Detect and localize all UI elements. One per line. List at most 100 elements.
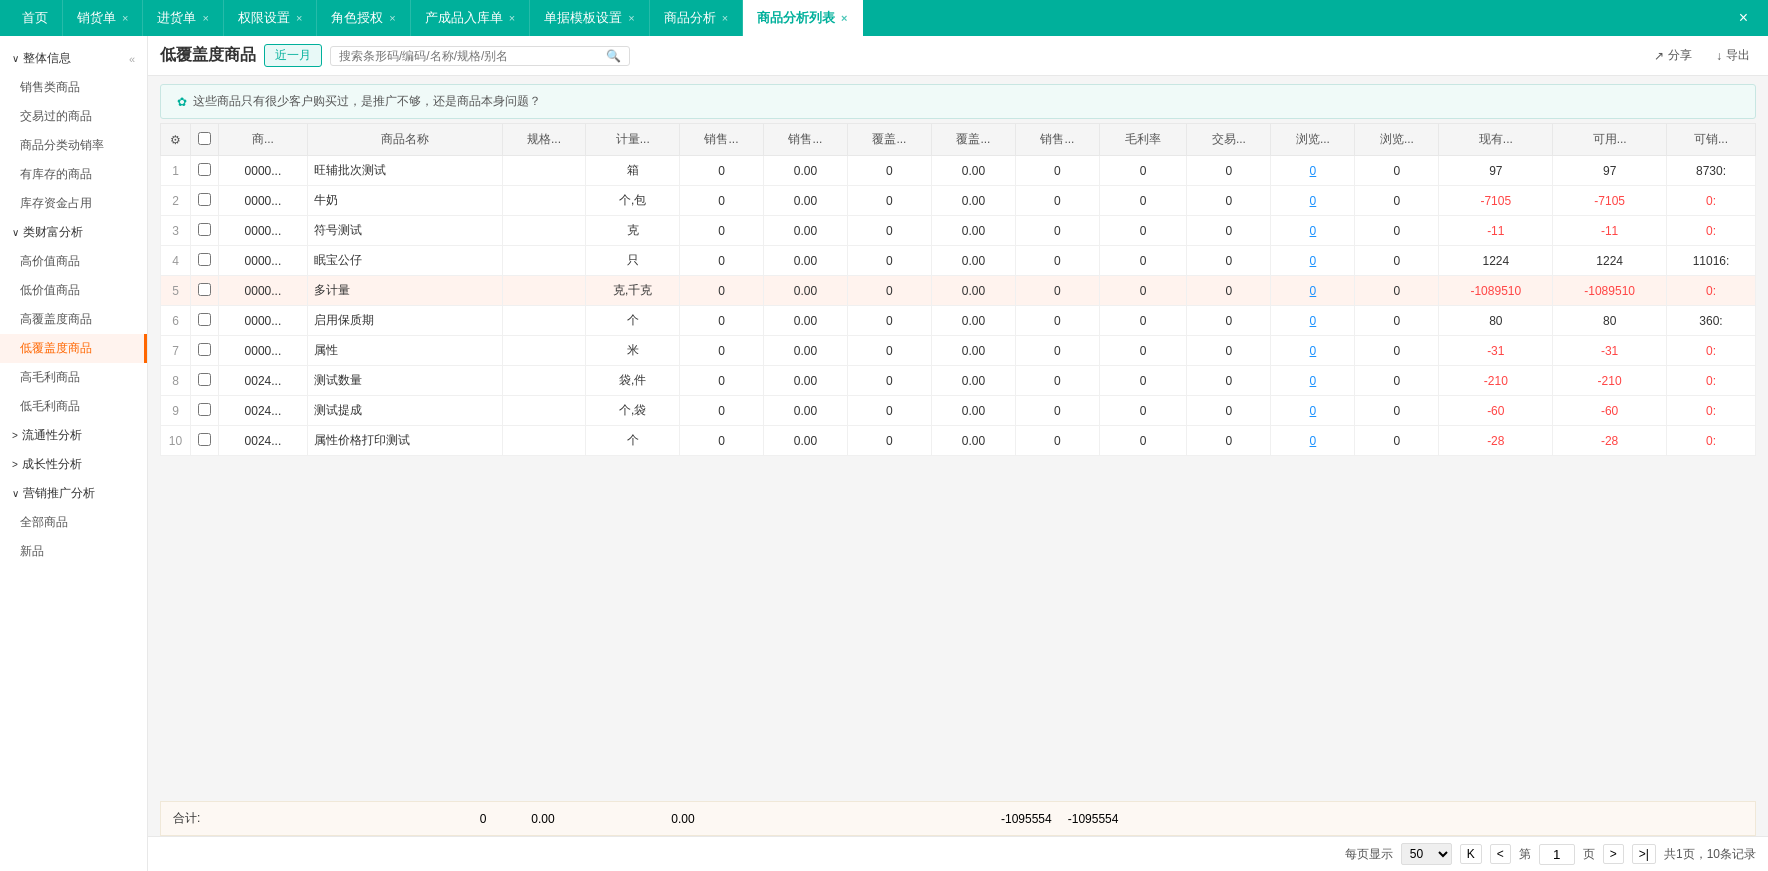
sidebar-item-capital-usage[interactable]: 库存资金占用 (0, 189, 147, 218)
close-icon[interactable]: × (296, 12, 302, 24)
row-checkbox[interactable] (191, 156, 219, 186)
row-checkbox[interactable] (191, 336, 219, 366)
first-page-button[interactable]: K (1460, 844, 1482, 864)
sidebar-item-high-gross[interactable]: 高毛利商品 (0, 363, 147, 392)
sidebar-item-category-turnover[interactable]: 商品分类动销率 (0, 131, 147, 160)
row-sales-other: 0 (1015, 396, 1099, 426)
last-page-button[interactable]: >| (1632, 844, 1656, 864)
next-page-button[interactable]: > (1603, 844, 1624, 864)
sidebar-section-flow[interactable]: > 流通性分析 (0, 421, 147, 450)
row-coverage1: 0 (847, 396, 931, 426)
col-browse2: 浏览... (1355, 124, 1439, 156)
row-browse2: 0 (1355, 216, 1439, 246)
nav-purchase-order[interactable]: 进货单 × (143, 0, 223, 36)
row-checkbox[interactable] (191, 306, 219, 336)
row-gross-margin: 0 (1099, 276, 1187, 306)
row-sales-other: 0 (1015, 366, 1099, 396)
row-gross-margin: 0 (1099, 246, 1187, 276)
sidebar-section-growth[interactable]: > 成长性分析 (0, 450, 147, 479)
close-icon[interactable]: × (389, 12, 395, 24)
row-code: 0024... (219, 396, 308, 426)
sidebar-item-traded-goods[interactable]: 交易过的商品 (0, 102, 147, 131)
nav-permission-settings[interactable]: 权限设置 × (224, 0, 317, 36)
row-name: 测试提成 (307, 396, 502, 426)
sidebar-item-sales-goods[interactable]: 销售类商品 (0, 73, 147, 102)
row-browse1[interactable]: 0 (1271, 426, 1355, 456)
row-spec (502, 366, 586, 396)
close-icon[interactable]: × (202, 12, 208, 24)
col-checkbox[interactable] (191, 124, 219, 156)
sidebar-section-overall[interactable]: ∨ 整体信息 « (0, 44, 147, 73)
row-checkbox[interactable] (191, 366, 219, 396)
col-settings[interactable]: ⚙ (161, 124, 191, 156)
close-icon[interactable]: × (841, 12, 847, 24)
close-icon[interactable]: × (628, 12, 634, 24)
search-input[interactable] (339, 49, 602, 63)
row-available: -7105 (1553, 186, 1667, 216)
col-current-stock: 现有... (1439, 124, 1553, 156)
row-checkbox[interactable] (191, 276, 219, 306)
period-button[interactable]: 近一月 (264, 44, 322, 67)
close-icon[interactable]: × (722, 12, 728, 24)
row-transaction: 0 (1187, 336, 1271, 366)
row-code: 0024... (219, 426, 308, 456)
select-all-checkbox[interactable] (198, 132, 211, 145)
close-all-button[interactable]: × (1727, 9, 1760, 27)
nav-template-settings[interactable]: 单据模板设置 × (530, 0, 649, 36)
row-checkbox[interactable] (191, 396, 219, 426)
row-sales-other: 0 (1015, 246, 1099, 276)
close-icon[interactable]: × (509, 12, 515, 24)
sidebar-item-high-coverage[interactable]: 高覆盖度商品 (0, 305, 147, 334)
sidebar-item-new-goods[interactable]: 新品 (0, 537, 147, 566)
row-browse1[interactable]: 0 (1271, 276, 1355, 306)
row-browse1[interactable]: 0 (1271, 186, 1355, 216)
row-sales-amt: 0.00 (763, 276, 847, 306)
nav-product-stock[interactable]: 产成品入库单 × (411, 0, 530, 36)
sidebar-item-low-gross[interactable]: 低毛利商品 (0, 392, 147, 421)
page-number-input[interactable] (1539, 844, 1575, 865)
sidebar-item-all-goods[interactable]: 全部商品 (0, 508, 147, 537)
nav-role-auth[interactable]: 角色授权 × (317, 0, 410, 36)
row-browse1[interactable]: 0 (1271, 306, 1355, 336)
row-sales-qty: 0 (679, 216, 763, 246)
row-checkbox[interactable] (191, 186, 219, 216)
prev-page-button[interactable]: < (1490, 844, 1511, 864)
row-browse1[interactable]: 0 (1271, 396, 1355, 426)
sidebar-item-low-value[interactable]: 低价值商品 (0, 276, 147, 305)
sidebar-item-high-value[interactable]: 高价值商品 (0, 247, 147, 276)
export-button[interactable]: ↓ 导出 (1710, 45, 1756, 66)
row-code: 0000... (219, 336, 308, 366)
row-browse1[interactable]: 0 (1271, 246, 1355, 276)
row-checkbox[interactable] (191, 426, 219, 456)
row-checkbox[interactable] (191, 246, 219, 276)
row-sellable: 0: (1667, 336, 1756, 366)
row-browse1[interactable]: 0 (1271, 216, 1355, 246)
nav-product-analysis-list[interactable]: 商品分析列表 × (743, 0, 862, 36)
row-unit: 个,包 (586, 186, 680, 216)
sidebar-item-low-coverage[interactable]: 低覆盖度商品 (0, 334, 147, 363)
col-gross-margin: 毛利率 (1099, 124, 1187, 156)
row-checkbox[interactable] (191, 216, 219, 246)
collapse-sidebar-icon[interactable]: « (129, 53, 135, 65)
share-button[interactable]: ↗ 分享 (1648, 45, 1698, 66)
row-available: -60 (1553, 396, 1667, 426)
row-browse1[interactable]: 0 (1271, 366, 1355, 396)
row-browse2: 0 (1355, 276, 1439, 306)
nav-home[interactable]: 首页 (8, 0, 63, 36)
sidebar-item-in-stock-goods[interactable]: 有库存的商品 (0, 160, 147, 189)
per-page-select[interactable]: 50 100 (1401, 843, 1452, 865)
row-number: 5 (161, 276, 191, 306)
nav-sales-order[interactable]: 销货单 × (63, 0, 143, 36)
sidebar-section-wealth[interactable]: ∨ 类财富分析 (0, 218, 147, 247)
sidebar-section-marketing[interactable]: ∨ 营销推广分析 (0, 479, 147, 508)
nav-product-analysis[interactable]: 商品分析 × (650, 0, 743, 36)
col-sellable: 可销... (1667, 124, 1756, 156)
col-sales-amt: 销售... (763, 124, 847, 156)
row-browse1[interactable]: 0 (1271, 156, 1355, 186)
row-unit: 箱 (586, 156, 680, 186)
close-icon[interactable]: × (122, 12, 128, 24)
row-gross-margin: 0 (1099, 336, 1187, 366)
row-sales-amt: 0.00 (763, 396, 847, 426)
row-code: 0000... (219, 306, 308, 336)
row-browse1[interactable]: 0 (1271, 336, 1355, 366)
